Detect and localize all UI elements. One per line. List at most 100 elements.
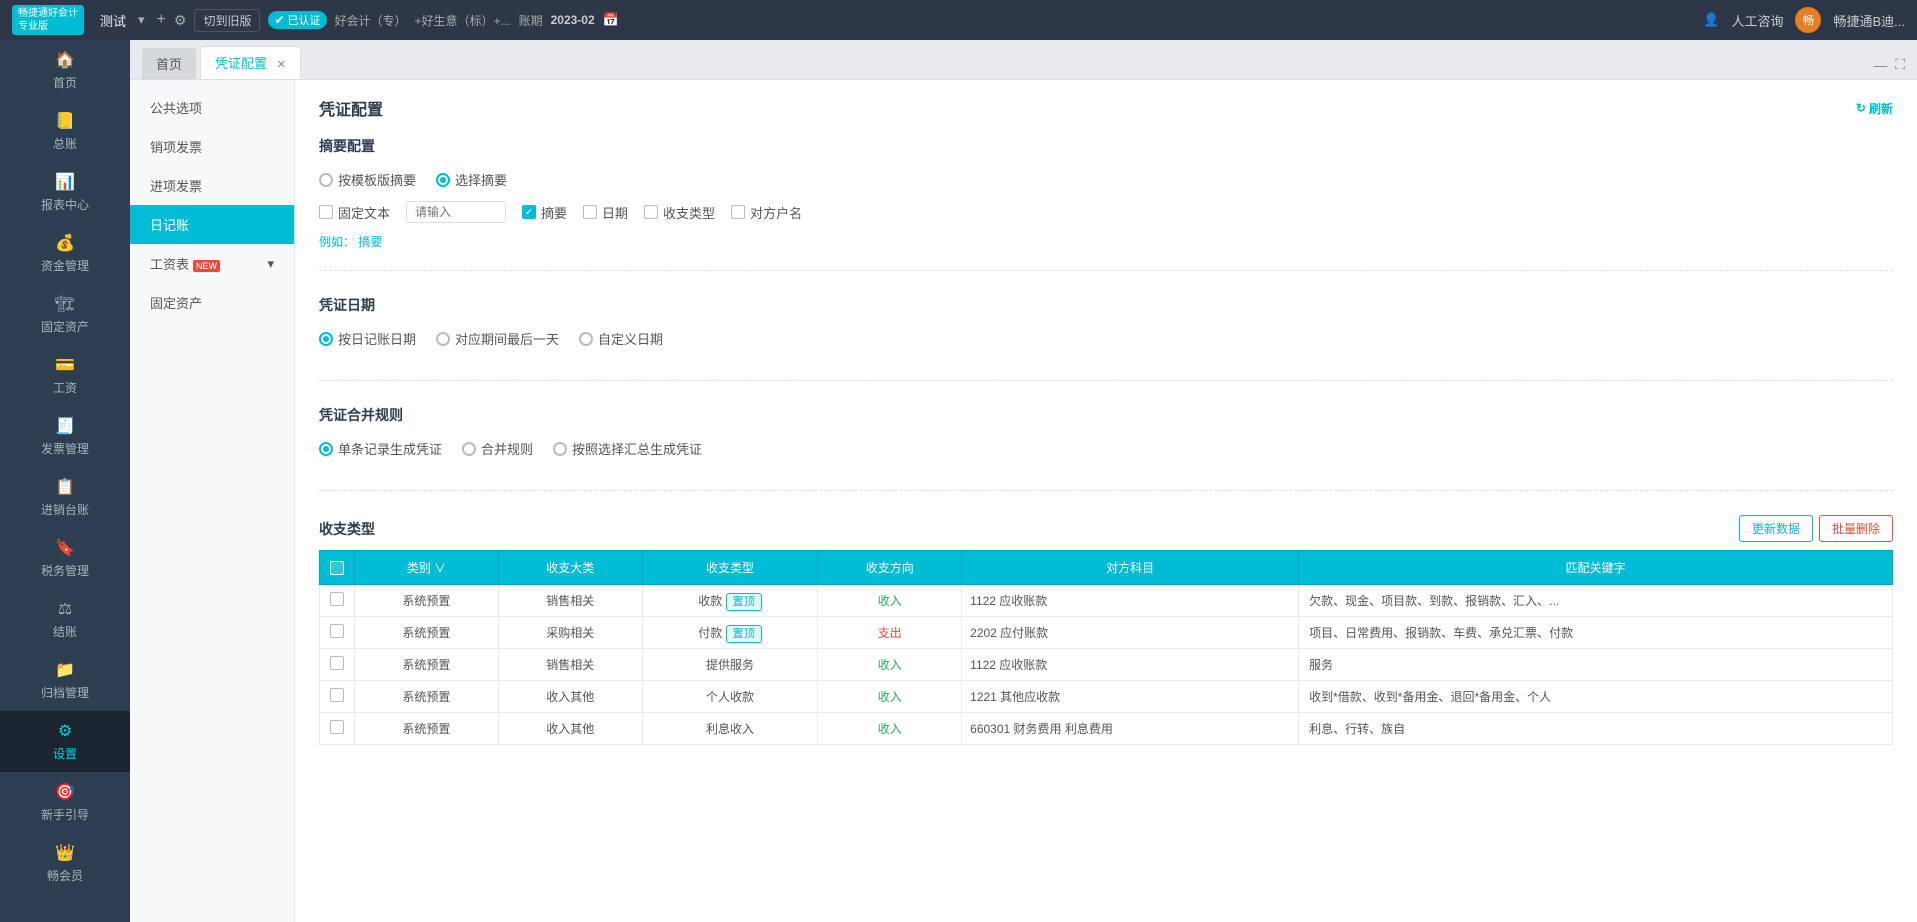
radio-template[interactable]: 按模板版摘要 xyxy=(319,170,416,189)
tab-home[interactable]: 首页 xyxy=(142,48,196,79)
sidebar-item-settings[interactable]: ⚙ 设置 xyxy=(0,711,130,772)
table-row: 系统预置 采购相关 付款 置顶 支出 2202 应付账款 项目、日常费用、报销款… xyxy=(320,617,1893,649)
sidebar-item-home[interactable]: 🏠 首页 xyxy=(0,40,130,101)
good-accounting-label: 好会计（专） xyxy=(335,12,407,29)
col-counterpart: 对方科目 xyxy=(962,551,1299,585)
row-checkbox-cell[interactable] xyxy=(320,617,355,649)
row-direction: 收入 xyxy=(818,585,962,617)
avatar: 畅 xyxy=(1795,7,1821,33)
update-data-button[interactable]: 更新数据 xyxy=(1739,515,1813,542)
col-major-type: 收支大类 xyxy=(498,551,642,585)
fixed-text-input[interactable] xyxy=(406,201,506,223)
radio-period-last[interactable]: 对应期间最后一天 xyxy=(436,329,559,348)
tab-maximize-icon[interactable]: ⛶ xyxy=(1895,56,1905,73)
income-expense-section: 收支类型 更新数据 批量删除 类别 ∨ xyxy=(319,515,1893,745)
new-badge: NEW xyxy=(193,260,220,272)
btn-group: 更新数据 批量删除 xyxy=(1739,515,1893,542)
table-row: 系统预置 销售相关 收款 置顶 收入 1122 应收账款 欠款、现金、项目款、到… xyxy=(320,585,1893,617)
radio-select[interactable]: 选择摘要 xyxy=(436,170,507,189)
left-nav-item-sales-invoice[interactable]: 销项发票 xyxy=(130,127,294,166)
support-label[interactable]: 人工咨询 xyxy=(1731,11,1783,30)
left-nav-item-purchase-invoice[interactable]: 进项发票 xyxy=(130,166,294,205)
col-type: 收支类型 xyxy=(642,551,818,585)
radio-template-dot xyxy=(319,173,333,187)
sidebar-item-guide[interactable]: 🎯 新手引导 xyxy=(0,772,130,833)
batch-delete-button[interactable]: 批量删除 xyxy=(1819,515,1893,542)
left-nav-item-fixed-assets-nav[interactable]: 固定资产 xyxy=(130,283,294,322)
summary-section-title: 摘要配置 xyxy=(319,136,1893,156)
top-bar: 畅捷通好会计 专业版 测试 ▾ + ⚙ 切到旧版 ✔ 已认证 好会计（专） +好… xyxy=(0,0,1917,40)
row-counterpart: 1122 应收账款 xyxy=(962,585,1299,617)
user-name[interactable]: 畅捷通B迪... xyxy=(1833,11,1905,30)
checkbox-counterparty-box xyxy=(731,205,745,219)
row-keyword: 收到*借款、收到*备用金、退回*备用金、个人 xyxy=(1299,681,1893,713)
sidebar-item-label: 税务管理 xyxy=(41,562,89,579)
row-checkbox-cell[interactable] xyxy=(320,649,355,681)
refresh-icon: ↻ xyxy=(1856,101,1866,115)
checkbox-fixed-text[interactable]: 固定文本 xyxy=(319,203,390,222)
sidebar-item-label: 发票管理 xyxy=(41,440,89,457)
sidebar-item-settlement[interactable]: ⚖ 结账 xyxy=(0,589,130,650)
example-text: 例如： 摘要 xyxy=(319,233,1893,250)
tab-voucher-config[interactable]: 凭证配置 ✕ xyxy=(200,46,301,79)
row-checkbox-cell[interactable] xyxy=(320,585,355,617)
refresh-button[interactable]: ↻ 刷新 xyxy=(1856,100,1893,117)
calendar-icon[interactable]: 📅 xyxy=(603,12,619,28)
radio-summary-generate[interactable]: 按照选择汇总生成凭证 xyxy=(553,439,702,458)
checkbox-counterparty[interactable]: 对方户名 xyxy=(731,203,802,222)
radio-single[interactable]: 单条记录生成凭证 xyxy=(319,439,442,458)
home-icon: 🏠 xyxy=(55,50,75,70)
row-major-type: 销售相关 xyxy=(498,649,642,681)
merge-radio-group: 单条记录生成凭证 合并规则 按照选择汇总生成凭证 xyxy=(319,439,1893,458)
left-nav-item-payroll[interactable]: 工资表NEW ▾ xyxy=(130,244,294,283)
reset-tag[interactable]: 置顶 xyxy=(726,593,762,611)
funds-icon: 💰 xyxy=(55,233,75,253)
sidebar-item-member[interactable]: 👑 畅会员 xyxy=(0,833,130,894)
ledger-icon: 📒 xyxy=(55,111,75,131)
col-checkbox[interactable] xyxy=(320,551,355,585)
dropdown-arrow-icon[interactable]: ▾ xyxy=(138,12,145,28)
radio-period-last-dot xyxy=(436,332,450,346)
settings-icon[interactable]: ⚙ xyxy=(174,12,187,29)
switch-old-version-button[interactable]: 切到旧版 xyxy=(194,9,260,32)
sidebar-item-tax[interactable]: 🔖 税务管理 xyxy=(0,528,130,589)
reset-tag[interactable]: 置顶 xyxy=(726,625,762,643)
row-category: 系统预置 xyxy=(355,617,499,649)
sidebar-item-label: 总账 xyxy=(53,135,77,152)
row-checkbox-cell[interactable] xyxy=(320,713,355,745)
radio-merge-dot xyxy=(462,442,476,456)
summary-checkbox-group: 固定文本 ✓ 摘要 日期 收支类型 xyxy=(319,201,1893,223)
tab-close-icon[interactable]: ✕ xyxy=(277,59,286,71)
checkbox-summary[interactable]: ✓ 摘要 xyxy=(522,203,567,222)
row-category: 系统预置 xyxy=(355,681,499,713)
sidebar-item-invoice-mgmt[interactable]: 🧾 发票管理 xyxy=(0,406,130,467)
checkbox-type[interactable]: 收支类型 xyxy=(644,203,715,222)
tab-minimize-icon[interactable]: — xyxy=(1873,57,1887,73)
sidebar-item-label: 畅会员 xyxy=(47,867,83,884)
sidebar-item-ledger[interactable]: 📒 总账 xyxy=(0,101,130,162)
col-direction: 收支方向 xyxy=(818,551,962,585)
radio-custom[interactable]: 自定义日期 xyxy=(579,329,663,348)
sidebar-item-archive[interactable]: 📁 归档管理 xyxy=(0,650,130,711)
sidebar-item-label: 首页 xyxy=(53,74,77,91)
sidebar-item-funds[interactable]: 💰 资金管理 xyxy=(0,223,130,284)
table-header: 收支类型 更新数据 批量删除 xyxy=(319,515,1893,542)
row-major-type: 收入其他 xyxy=(498,713,642,745)
checkbox-date[interactable]: 日期 xyxy=(583,203,628,222)
sidebar-item-purchase-sales[interactable]: 📋 进销台账 xyxy=(0,467,130,528)
left-nav-item-journal[interactable]: 日记账 xyxy=(130,205,294,244)
main-content: 凭证配置 ↻ 刷新 摘要配置 按模板版摘要 xyxy=(295,80,1917,922)
sidebar-item-fixed-assets[interactable]: 🏗 固定资产 xyxy=(0,284,130,345)
row-checkbox-cell[interactable] xyxy=(320,681,355,713)
left-nav-item-public[interactable]: 公共选项 xyxy=(130,88,294,127)
add-icon[interactable]: + xyxy=(157,11,166,29)
sidebar-item-reports[interactable]: 📊 报表中心 xyxy=(0,162,130,223)
chevron-down-icon: ▾ xyxy=(267,256,274,272)
guide-icon: 🎯 xyxy=(55,782,75,802)
settlement-icon: ⚖ xyxy=(58,599,72,619)
radio-journal-date[interactable]: 按日记账日期 xyxy=(319,329,416,348)
radio-select-dot xyxy=(436,173,450,187)
sidebar-item-salary[interactable]: 💳 工资 xyxy=(0,345,130,406)
row-major-type: 收入其他 xyxy=(498,681,642,713)
radio-merge[interactable]: 合并规则 xyxy=(462,439,533,458)
